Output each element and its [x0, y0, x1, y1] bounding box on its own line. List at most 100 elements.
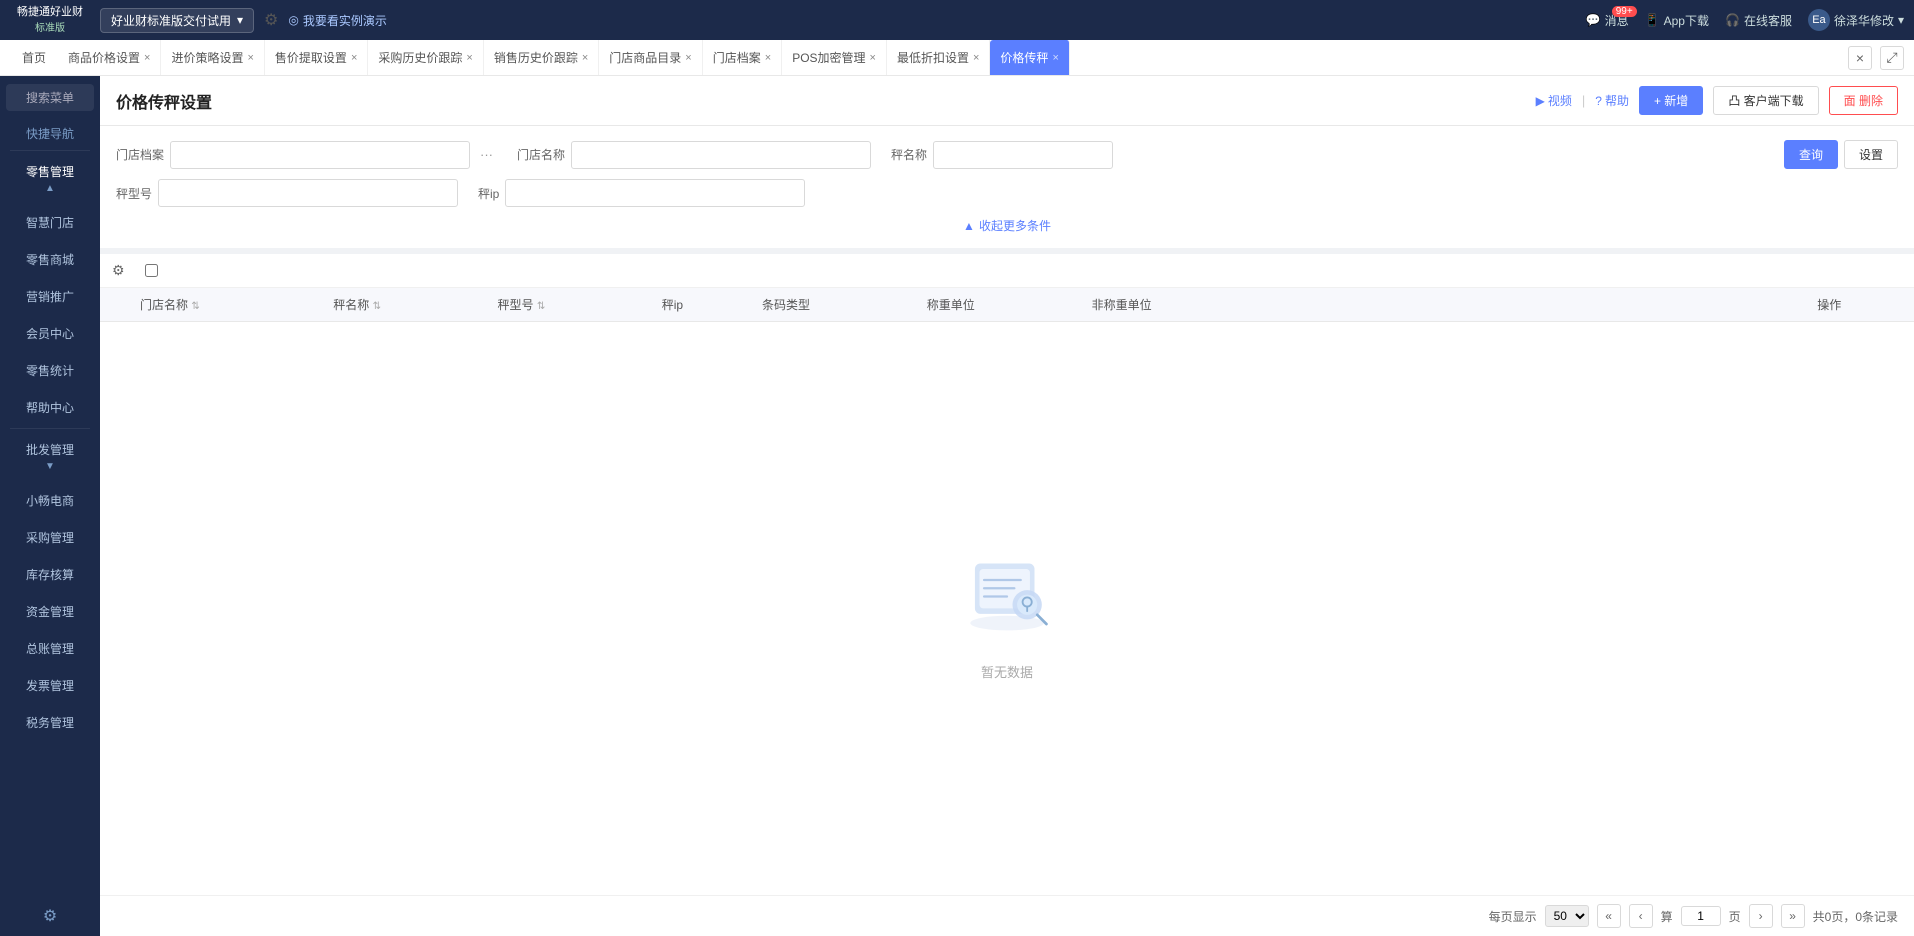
maximize-tab-btn[interactable]: ⤢: [1880, 46, 1904, 70]
sidebar-item-member-center[interactable]: 会员中心: [0, 315, 100, 352]
play-circle-icon: ▶: [1536, 94, 1545, 108]
filter-scale-ip: 秤ip: [478, 179, 805, 207]
add-button[interactable]: + 新增: [1639, 86, 1703, 115]
tab-item[interactable]: 采购历史价跟踪 ×: [368, 40, 483, 76]
collapse-icon: ▲: [45, 183, 55, 194]
empty-illustration: [952, 536, 1062, 646]
store-name-input[interactable]: [571, 141, 871, 169]
store-archive-label: 门店档案: [116, 146, 164, 163]
tab-item[interactable]: POS加密管理 ×: [782, 40, 887, 76]
sidebar-item-label: 税务管理: [26, 714, 74, 731]
close-icon[interactable]: ×: [870, 52, 876, 64]
sidebar-item-retail-stats[interactable]: 零售统计: [0, 352, 100, 389]
close-icon[interactable]: ×: [351, 52, 357, 64]
empty-state: 暂无数据: [100, 322, 1914, 895]
sidebar-quicknav[interactable]: 快捷导航: [0, 119, 100, 148]
query-button[interactable]: 查询: [1784, 140, 1838, 169]
sidebar-item-inventory[interactable]: 库存核算: [0, 556, 100, 593]
version-badge: 标准版: [35, 19, 65, 34]
tab-home[interactable]: 首页: [10, 49, 58, 66]
main-layout: 搜索菜单 快捷导航 零售管理 ▲ 智慧门店 零售商城 营销推广 会员中心 零售统…: [0, 76, 1914, 936]
content-area: 价格传秤设置 ▶ 视频 | ? 帮助 + 新增 凸 客户端下载 面 删除: [100, 76, 1914, 936]
sort-icon: ⇅: [537, 301, 545, 312]
close-icon[interactable]: ×: [144, 52, 150, 64]
tab-item[interactable]: 销售历史价跟踪 ×: [484, 40, 599, 76]
tab-item[interactable]: 最低折扣设置 ×: [887, 40, 990, 76]
online-service-btn[interactable]: 🎧 在线客服: [1725, 12, 1792, 29]
th-barcode-type: 条码类型: [752, 288, 917, 322]
tab-item[interactable]: 门店档案 ×: [703, 40, 782, 76]
filter-scale-model: 秤型号: [116, 179, 458, 207]
sidebar-item-tax-mgmt[interactable]: 税务管理: [0, 704, 100, 741]
sidebar-item-label: 零售统计: [26, 362, 74, 379]
th-scale-model[interactable]: 秤型号 ⇅: [488, 288, 652, 322]
sidebar-item-retail-mall[interactable]: 零售商城: [0, 241, 100, 278]
close-icon[interactable]: ×: [765, 52, 771, 64]
close-icon[interactable]: ×: [973, 52, 979, 64]
app-download-btn[interactable]: 📱 App下载: [1645, 12, 1709, 29]
tab-item[interactable]: 售价提取设置 ×: [265, 40, 368, 76]
close-icon[interactable]: ×: [466, 52, 472, 64]
sidebar-item-purchase-mgmt[interactable]: 采购管理: [0, 519, 100, 556]
sidebar-search-area: 搜索菜单: [0, 76, 100, 119]
collapse-icon: ▲: [963, 219, 975, 233]
sidebar-item-invoice-mgmt[interactable]: 发票管理: [0, 667, 100, 704]
sidebar-item-label: 总账管理: [26, 640, 74, 657]
tab-active[interactable]: 价格传秤 ×: [990, 40, 1069, 76]
video-link[interactable]: ▶ 视频: [1536, 92, 1572, 109]
settings-button[interactable]: 设置: [1844, 140, 1898, 169]
tab-item[interactable]: 门店商品目录 ×: [599, 40, 702, 76]
th-weight-unit: 称重单位: [917, 288, 1082, 322]
user-area[interactable]: Ea 徐泽华修改 ▾: [1808, 9, 1904, 31]
tab-item[interactable]: 商品价格设置 ×: [58, 40, 161, 76]
scale-model-input[interactable]: [158, 179, 458, 207]
tab-label: 商品价格设置: [68, 49, 140, 66]
table-settings-icon[interactable]: ⚙: [112, 262, 125, 279]
data-table: 门店名称 ⇅ 秤名称 ⇅ 秤型号 ⇅ 秤ip: [100, 288, 1914, 322]
close-icon[interactable]: ×: [1052, 52, 1058, 64]
close-icon[interactable]: ×: [685, 52, 691, 64]
scale-ip-input[interactable]: [505, 179, 805, 207]
scale-name-label: 秤名称: [891, 146, 927, 163]
settings-icon[interactable]: ⚙: [264, 10, 278, 30]
version-select[interactable]: 好业财标准版交付试用 ▾: [100, 8, 254, 33]
page-input[interactable]: [1681, 906, 1721, 926]
close-tab-btn[interactable]: ×: [1848, 46, 1872, 70]
prev-page-btn[interactable]: ‹: [1629, 904, 1653, 928]
sidebar-item-finance-mgmt[interactable]: 资金管理: [0, 593, 100, 630]
help-link[interactable]: ? 帮助: [1595, 92, 1629, 109]
settings-icon[interactable]: ⚙: [43, 906, 57, 926]
first-page-btn[interactable]: «: [1597, 904, 1621, 928]
delete-button[interactable]: 面 删除: [1829, 86, 1898, 115]
scale-name-input[interactable]: [933, 141, 1113, 169]
select-all-checkbox[interactable]: [145, 264, 158, 277]
sidebar-item-wholesale-mgmt[interactable]: 批发管理 ▼: [0, 431, 100, 482]
tab-item[interactable]: 进价策略设置 ×: [161, 40, 264, 76]
sidebar-item-retail-mgmt[interactable]: 零售管理 ▲: [0, 153, 100, 204]
sidebar-item-general-ledger[interactable]: 总账管理: [0, 630, 100, 667]
th-scale-name[interactable]: 秤名称 ⇅: [323, 288, 487, 322]
export-button[interactable]: 凸 客户端下载: [1713, 86, 1818, 115]
search-menu-btn[interactable]: 搜索菜单: [6, 84, 94, 111]
close-icon[interactable]: ×: [582, 52, 588, 64]
filter-row-2: 秤型号 秤ip: [116, 179, 1898, 207]
sidebar-item-help-center[interactable]: 帮助中心: [0, 389, 100, 426]
tab-label: 价格传秤: [1000, 49, 1048, 66]
store-archive-input[interactable]: [170, 141, 470, 169]
scale-ip-label: 秤ip: [478, 185, 499, 202]
message-btn[interactable]: 💬 消息 99+: [1586, 12, 1629, 29]
sort-icon: ⇅: [373, 301, 381, 312]
th-store-name[interactable]: 门店名称 ⇅: [130, 288, 323, 322]
sidebar-item-smart-store[interactable]: 智慧门店: [0, 204, 100, 241]
page-size-select[interactable]: 50: [1545, 905, 1589, 927]
sidebar-item-ecommerce[interactable]: 小畅电商: [0, 482, 100, 519]
more-options-icon[interactable]: ···: [476, 147, 497, 162]
close-icon[interactable]: ×: [247, 52, 253, 64]
table-toolbar: ⚙: [100, 254, 1914, 288]
next-page-btn[interactable]: ›: [1749, 904, 1773, 928]
page-suffix: 页: [1729, 908, 1741, 925]
demo-link[interactable]: ◎ 我要看实例演示: [288, 12, 387, 29]
sidebar-item-marketing[interactable]: 营销推广: [0, 278, 100, 315]
last-page-btn[interactable]: »: [1781, 904, 1805, 928]
collapse-btn[interactable]: ▲ 收起更多条件: [963, 217, 1051, 234]
